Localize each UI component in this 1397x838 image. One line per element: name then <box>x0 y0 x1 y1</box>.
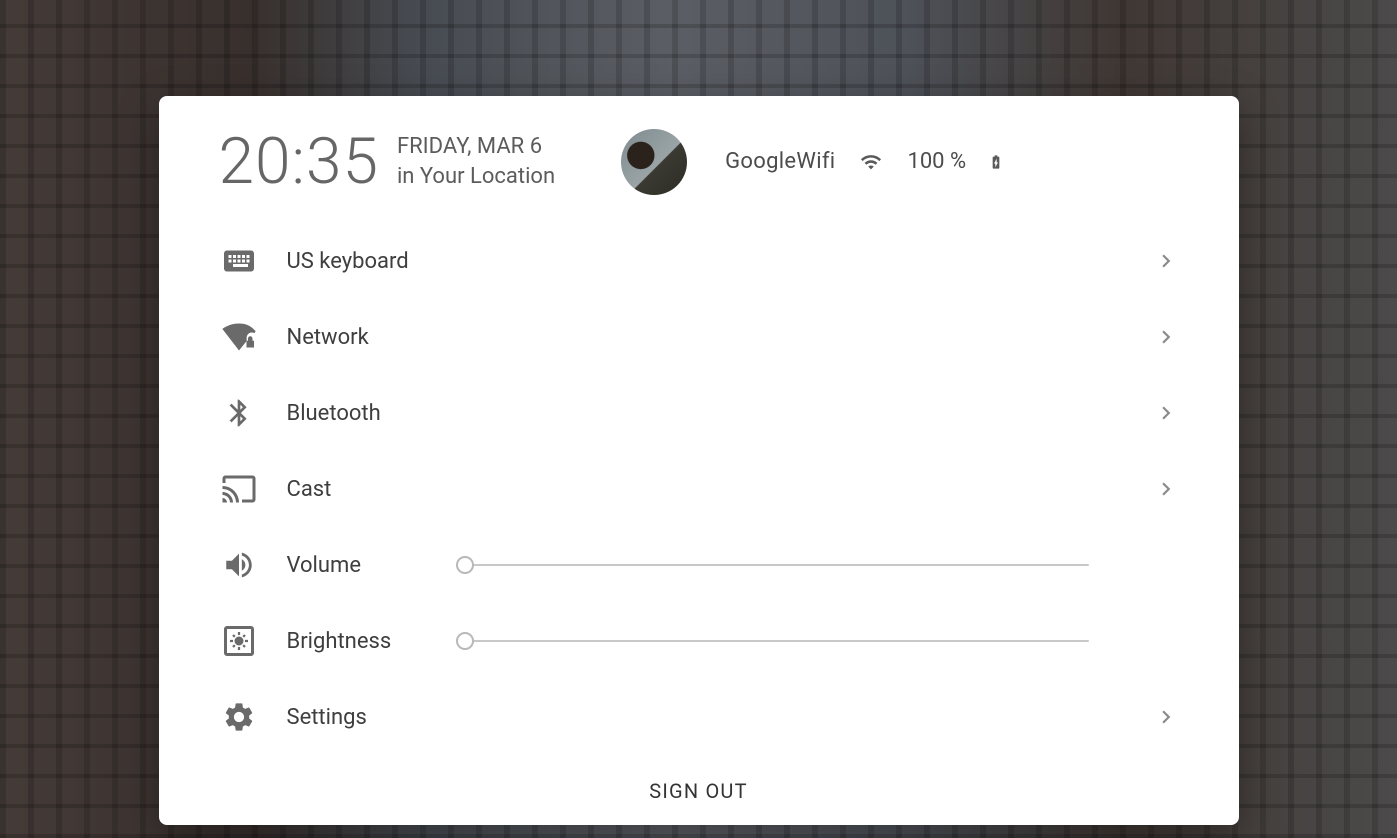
row-cast[interactable]: Cast <box>219 451 1179 527</box>
bluetooth-icon <box>219 393 259 433</box>
row-volume: Volume <box>219 527 1179 603</box>
date-block: FRIDAY, MAR 6 in Your Location <box>397 132 555 191</box>
clock-block: 20:35 FRIDAY, MAR 6 in Your Location <box>219 124 556 199</box>
chevron-right-icon <box>1153 400 1179 426</box>
chevron-right-icon <box>1153 476 1179 502</box>
system-tray-panel: 20:35 FRIDAY, MAR 6 in Your Location Goo… <box>159 96 1239 825</box>
battery-percent: 100 % <box>907 149 966 174</box>
row-label: Brightness <box>287 629 437 654</box>
wifi-icon <box>857 151 885 173</box>
user-avatar[interactable] <box>621 129 687 195</box>
row-network[interactable]: Network <box>219 299 1179 375</box>
status-indicators: GoogleWifi 100 % <box>725 149 1004 175</box>
sign-out-button[interactable]: SIGN OUT <box>159 765 1239 825</box>
row-label: Cast <box>287 477 437 502</box>
row-bluetooth[interactable]: Bluetooth <box>219 375 1179 451</box>
chevron-right-icon <box>1153 324 1179 350</box>
chevron-right-icon <box>1153 248 1179 274</box>
chevron-right-icon <box>1153 704 1179 730</box>
date-line: FRIDAY, MAR 6 <box>397 132 555 162</box>
battery-charging-icon <box>988 149 1004 175</box>
settings-rows: US keyboard Network Bluetooth <box>159 223 1239 765</box>
panel-header: 20:35 FRIDAY, MAR 6 in Your Location Goo… <box>159 116 1239 223</box>
row-label: Volume <box>287 553 437 578</box>
cast-icon <box>219 469 259 509</box>
volume-slider[interactable] <box>465 564 1089 566</box>
row-settings[interactable]: Settings <box>219 679 1179 755</box>
clock-time: 20:35 <box>219 124 379 199</box>
row-keyboard[interactable]: US keyboard <box>219 223 1179 299</box>
wifi-name: GoogleWifi <box>725 149 835 174</box>
brightness-icon <box>219 621 259 661</box>
row-label: Network <box>287 325 437 350</box>
row-brightness: Brightness <box>219 603 1179 679</box>
gear-icon <box>219 697 259 737</box>
location-line: in Your Location <box>397 162 555 192</box>
wifi-lock-icon <box>219 317 259 357</box>
row-label: US keyboard <box>287 249 437 274</box>
brightness-slider-thumb[interactable] <box>456 632 474 650</box>
brightness-slider[interactable] <box>465 640 1089 642</box>
volume-slider-thumb[interactable] <box>456 556 474 574</box>
volume-icon <box>219 545 259 585</box>
keyboard-icon <box>219 241 259 281</box>
row-label: Settings <box>287 705 437 730</box>
row-label: Bluetooth <box>287 401 437 426</box>
